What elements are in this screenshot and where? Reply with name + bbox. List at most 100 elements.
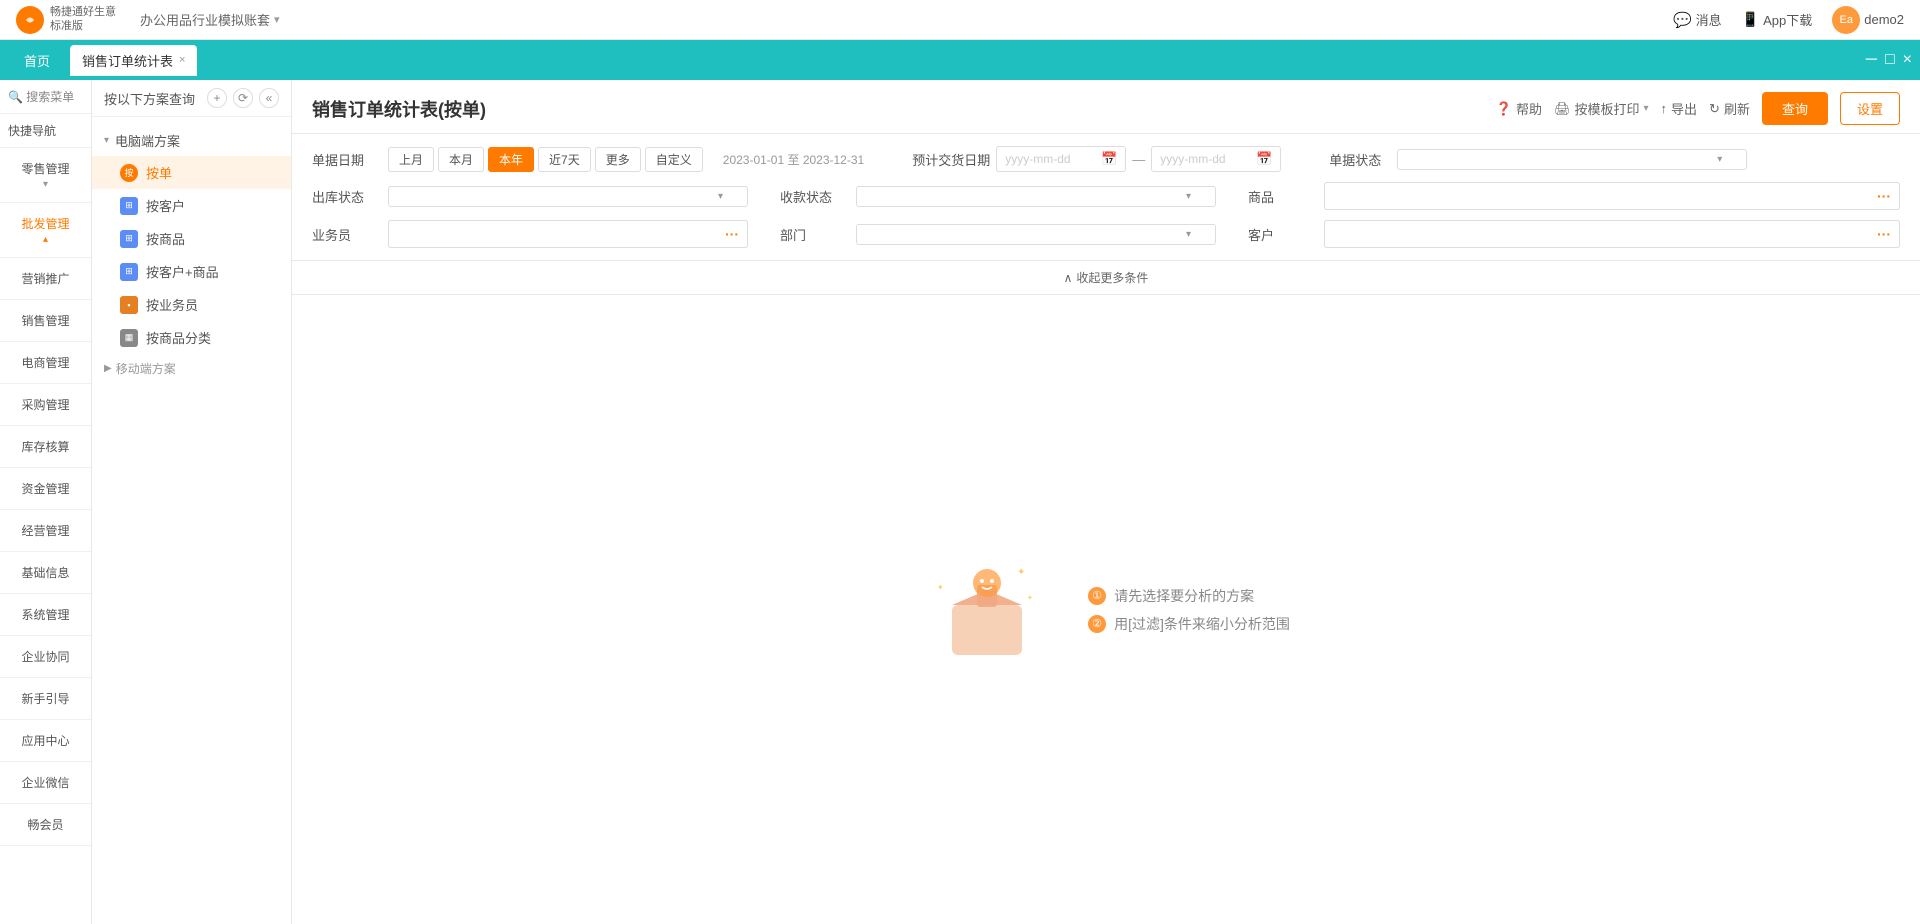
query-button[interactable]: 查询 (1762, 92, 1828, 125)
sidebar-item-sales[interactable]: 销售管理 (0, 300, 91, 342)
refresh-icon: ↻ (1709, 101, 1720, 117)
customer-dots[interactable]: ··· (1877, 226, 1891, 242)
app-download-button[interactable]: 📱 App下载 (1742, 10, 1813, 29)
wholesale-arrow-icon: ▴ (43, 234, 48, 245)
tree-mobile-section[interactable]: ▶ 移动端方案 (92, 354, 291, 383)
expected-date-group: 预计交货日期 yyyy-mm-dd 📅 — yyyy-mm-dd 📅 (912, 146, 1281, 172)
window-minimize-button[interactable]: ─ (1866, 51, 1877, 69)
by-category-icon: ▦ (120, 329, 138, 347)
tree-section: ▾ 电脑端方案 按 按单 ⊞ 按客户 ⊞ 按商品 ⊞ 按客户+商品 (92, 117, 291, 391)
customer-input[interactable]: ··· (1324, 220, 1900, 248)
main-right: 销售订单统计表(按单) ❓ 帮助 🖨 按模板打印 ▾ ↑ 导出 (292, 80, 1920, 924)
product-label: 商品 (1248, 187, 1308, 206)
tree-item-by-salesman[interactable]: ▪ 按业务员 (92, 288, 291, 321)
filter-row-date: 单据日期 上月 本月 本年 近7天 更多 自定义 2023-01-01 至 20… (312, 146, 1900, 172)
retail-arrow-icon: ▾ (43, 179, 48, 190)
sidebar-item-members[interactable]: 畅会员 (0, 804, 91, 846)
doc-status-label: 单据状态 (1329, 150, 1389, 169)
collapse-bar[interactable]: ∧ 收起更多条件 (292, 261, 1920, 295)
breadcrumb[interactable]: 办公用品行业模拟账套 ▾ (140, 10, 280, 29)
svg-text:✦: ✦ (1027, 594, 1033, 602)
export-button[interactable]: ↑ 导出 (1661, 99, 1698, 118)
warehouse-status-arrow-icon: ▾ (718, 191, 723, 202)
product-input[interactable]: ··· (1324, 182, 1900, 210)
collapse-panel-button[interactable]: « (259, 88, 279, 108)
date-btn-last-month[interactable]: 上月 (388, 147, 434, 172)
sidebar-search[interactable]: 🔍 搜索菜单 (0, 80, 91, 114)
date-btn-more[interactable]: 更多 (595, 147, 641, 172)
date-btn-custom[interactable]: 自定义 (645, 147, 703, 172)
window-close-button[interactable]: × (1903, 51, 1912, 69)
sidebar-item-inventory[interactable]: 库存核算 (0, 426, 91, 468)
header-left: 畅捷通好生意 标准版 办公用品行业模拟账套 ▾ (16, 6, 280, 34)
settings-button[interactable]: 设置 (1840, 92, 1900, 125)
sidebar-item-purchase[interactable]: 采购管理 (0, 384, 91, 426)
warehouse-status-select[interactable]: ▾ (388, 186, 748, 207)
calendar-end-icon: 📅 (1256, 151, 1272, 167)
date-btn-this-month[interactable]: 本月 (438, 147, 484, 172)
print-button[interactable]: 🖨 按模板打印 ▾ (1554, 99, 1649, 118)
tree-item-by-customer-product[interactable]: ⊞ 按客户+商品 (92, 255, 291, 288)
user-menu[interactable]: Ea demo2 (1832, 6, 1904, 34)
refresh-scheme-button[interactable]: ⟳ (233, 88, 253, 108)
avatar: Ea (1832, 6, 1860, 34)
left-panel-header: 按以下方案查询 + ⟳ « (92, 80, 291, 117)
doc-status-select[interactable]: ▾ (1397, 149, 1747, 170)
sidebar-item-enterprise[interactable]: 企业协同 (0, 636, 91, 678)
print-icon: 🖨 (1554, 101, 1571, 117)
product-dots[interactable]: ··· (1877, 188, 1891, 204)
collapse-icon: ∧ (1064, 271, 1073, 285)
date-btn-7days[interactable]: 近7天 (538, 147, 591, 172)
sidebar-item-retail[interactable]: 零售管理 ▾ (0, 148, 91, 203)
payment-status-label: 收款状态 (780, 187, 840, 206)
window-maximize-button[interactable]: □ (1885, 51, 1895, 69)
sidebar-item-system[interactable]: 系统管理 (0, 594, 91, 636)
search-icon: 🔍 (8, 90, 23, 104)
salesman-input[interactable]: ··· (388, 220, 748, 248)
sidebar-item-wholesale[interactable]: 批发管理 ▴ (0, 203, 91, 258)
filter-area: 单据日期 上月 本月 本年 近7天 更多 自定义 2023-01-01 至 20… (292, 134, 1920, 261)
sidebar-item-basic-info[interactable]: 基础信息 (0, 552, 91, 594)
sidebar-item-wechat[interactable]: 企业微信 (0, 762, 91, 804)
refresh-button[interactable]: ↻ 刷新 (1709, 99, 1750, 118)
date-btn-this-year[interactable]: 本年 (488, 147, 534, 172)
tree-item-by-category[interactable]: ▦ 按商品分类 (92, 321, 291, 354)
tree-item-by-order[interactable]: 按 按单 (92, 156, 291, 189)
print-arrow-icon: ▾ (1644, 103, 1649, 114)
tree-item-by-product[interactable]: ⊞ 按商品 (92, 222, 291, 255)
sidebar-item-operations[interactable]: 经营管理 (0, 510, 91, 552)
empty-illustration: ✦ ✦ ✦ (922, 555, 1052, 665)
breadcrumb-text: 办公用品行业模拟账套 (140, 10, 270, 29)
by-customer-icon: ⊞ (120, 197, 138, 215)
help-button[interactable]: ❓ 帮助 (1496, 99, 1542, 118)
dept-select[interactable]: ▾ (856, 224, 1216, 245)
tab-sales-order[interactable]: 销售订单统计表 × (70, 45, 197, 76)
message-button[interactable]: 💬 消息 (1673, 10, 1722, 29)
empty-content: ✦ ✦ ✦ ① 请先选择要分析的方案 (922, 555, 1290, 665)
expected-date-label: 预计交货日期 (912, 150, 990, 169)
message-icon: 💬 (1673, 11, 1692, 29)
sidebar-item-guide[interactable]: 新手引导 (0, 678, 91, 720)
tree-desktop-section[interactable]: ▾ 电脑端方案 (92, 125, 291, 156)
tab-close-icon[interactable]: × (179, 54, 185, 66)
by-order-icon: 按 (120, 164, 138, 182)
by-product-icon: ⊞ (120, 230, 138, 248)
expected-date-start[interactable]: yyyy-mm-dd 📅 (996, 146, 1126, 172)
tree-item-by-customer[interactable]: ⊞ 按客户 (92, 189, 291, 222)
sidebar-item-marketing[interactable]: 营销推广 (0, 258, 91, 300)
warehouse-status-label: 出库状态 (312, 187, 372, 206)
sidebar-item-finance[interactable]: 资金管理 (0, 468, 91, 510)
breadcrumb-arrow-icon: ▾ (274, 13, 280, 26)
sidebar-item-ecommerce[interactable]: 电商管理 (0, 342, 91, 384)
date-range-text: 2023-01-01 至 2023-12-31 (723, 151, 864, 168)
add-scheme-button[interactable]: + (207, 88, 227, 108)
content-area: 按以下方案查询 + ⟳ « ▾ 电脑端方案 (92, 80, 1920, 924)
payment-status-select[interactable]: ▾ (856, 186, 1216, 207)
salesman-dots[interactable]: ··· (725, 226, 739, 242)
tab-home[interactable]: 首页 (8, 45, 66, 76)
sidebar-quick-nav[interactable]: 快捷导航 (0, 114, 91, 148)
tip1-num: ① (1088, 587, 1106, 605)
logo-icon (16, 6, 44, 34)
sidebar-item-app-center[interactable]: 应用中心 (0, 720, 91, 762)
expected-date-end[interactable]: yyyy-mm-dd 📅 (1151, 146, 1281, 172)
